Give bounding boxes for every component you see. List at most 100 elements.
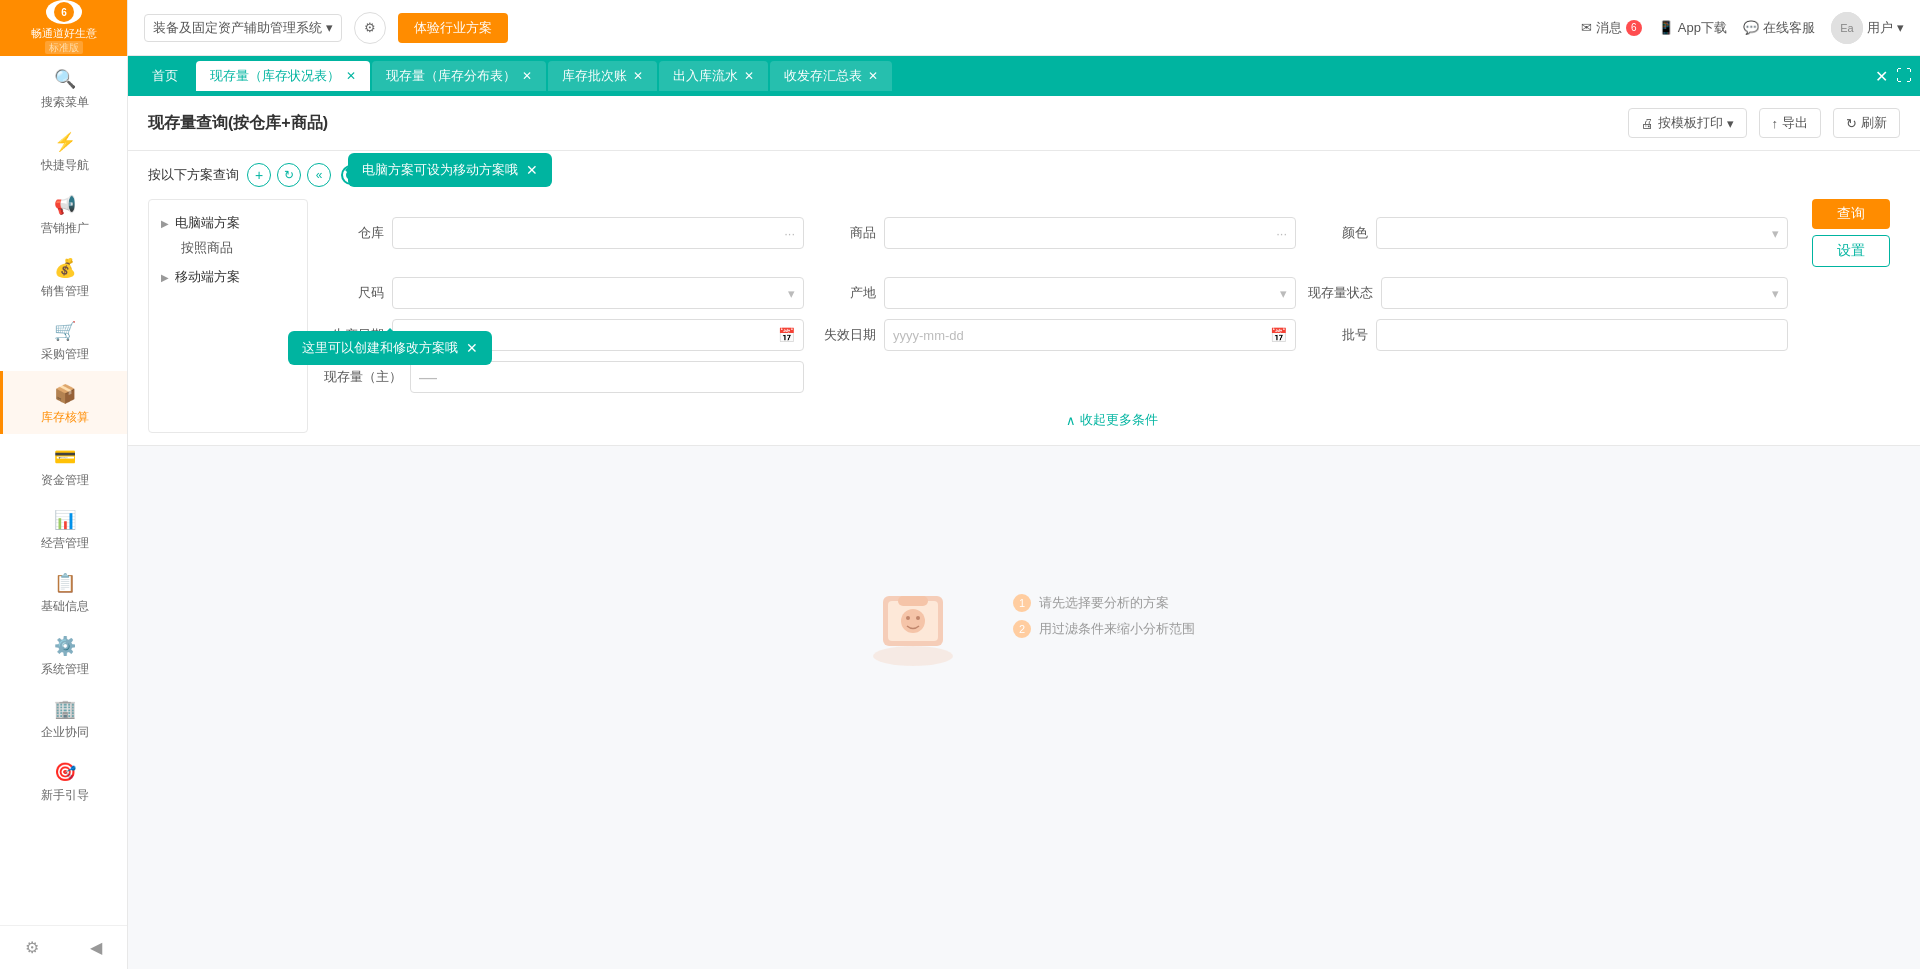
operations-icon: 📊 [54,509,76,531]
sidebar-item-enterprise[interactable]: 🏢 企业协同 [0,686,127,749]
refresh-scheme-btn[interactable]: ↻ [277,163,301,187]
settings-bottom-btn[interactable]: ⚙ [25,938,39,957]
sidebar-item-marketing[interactable]: 📢 营销推广 [0,182,127,245]
settings-btn[interactable]: ⚙ [354,12,386,44]
main-area: 装备及固定资产辅助管理系统 ▾ ⚙ 体验行业方案 ✉ 消息 6 📱 App下载 … [128,0,1920,969]
messages-btn[interactable]: ✉ 消息 6 [1581,19,1642,37]
tab-close-icon[interactable]: ✕ [522,69,532,83]
scheme-tooltip: 电脑方案可设为移动方案哦 ✕ [348,153,552,187]
tab-close-all-btn[interactable]: ✕ [1875,67,1888,86]
mobile-scheme-item[interactable]: ▶ 移动端方案 [161,264,295,290]
stock-status-select[interactable]: ▾ [1381,277,1788,309]
expiry-date-field: 失效日期 yyyy-mm-dd 📅 [816,319,1296,351]
sidebar-item-search-menu[interactable]: 🔍 搜索菜单 [0,56,127,119]
page-actions: 🖨 按模板打印 ▾ ↑ 导出 ↻ 刷新 [1628,108,1901,138]
basic-info-icon: 📋 [54,572,76,594]
sidebar-item-guide[interactable]: 🎯 新手引导 [0,749,127,812]
set-btn[interactable]: 设置 [1812,235,1890,267]
tab-receive-summary[interactable]: 收发存汇总表 ✕ [770,61,892,91]
search-btn[interactable]: 查询 [1812,199,1890,229]
tab-close-icon[interactable]: ✕ [346,69,356,83]
sidebar-item-basic-info[interactable]: 📋 基础信息 [0,560,127,623]
sidebar-item-system[interactable]: ⚙️ 系统管理 [0,623,127,686]
app-download-btn[interactable]: 📱 App下载 [1658,19,1727,37]
tab-inout-flow[interactable]: 出入库流水 ✕ [659,61,768,91]
sidebar-item-label: 采购管理 [41,346,89,363]
sidebar-item-quick-nav[interactable]: ⚡ 快捷导航 [0,119,127,182]
tab-batch-ledger[interactable]: 库存批次账 ✕ [548,61,657,91]
filter-row-4: 现存量（主） — [324,361,1900,393]
warehouse-more-icon: ··· [784,226,795,241]
sidebar-item-inventory[interactable]: 📦 库存核算 [0,371,127,434]
size-select[interactable]: ▾ [392,277,804,309]
add-scheme-btn[interactable]: + [247,163,271,187]
arrow-back-btn[interactable]: « [307,163,331,187]
tab-actions: ✕ ⛶ [1875,67,1912,86]
mobile-icon: 📱 [1658,20,1674,35]
goods-more-icon: ··· [1276,226,1287,241]
svg-point-8 [906,616,910,620]
batch-no-label: 批号 [1308,326,1368,344]
sidebar-item-label: 营销推广 [41,220,89,237]
tab-home[interactable]: 首页 [136,61,194,91]
empty-tip-1: 1 请先选择要分析的方案 [1013,594,1195,612]
sidebar-item-label: 资金管理 [41,472,89,489]
scheme-tree: ▶ 电脑端方案 按照商品 ▶ 移动端方案 [161,210,295,290]
inventory-icon: 📦 [54,383,76,405]
sidebar-item-purchase[interactable]: 🛒 采购管理 [0,308,127,371]
chevron-down-icon: ▾ [1772,286,1779,301]
refresh-btn[interactable]: ↻ 刷新 [1833,108,1900,138]
sidebar-item-finance[interactable]: 💳 资金管理 [0,434,127,497]
logo-main-text: 畅通道好生意 [31,26,97,40]
collapse-label: 收起更多条件 [1080,411,1158,429]
tab-inventory-dist[interactable]: 现存量（库存分布表） ✕ [372,61,546,91]
batch-no-input[interactable] [1376,319,1788,351]
user-avatar: Ea [1831,12,1863,44]
export-icon: ↑ [1772,116,1779,131]
chevron-down-icon: ▾ [1727,116,1734,131]
system-selector[interactable]: 装备及固定资产辅助管理系统 ▾ [144,14,342,42]
stock-status-label: 现存量状态 [1308,284,1373,302]
collapse-area: ∧ 收起更多条件 [324,403,1900,433]
origin-select[interactable]: ▾ [884,277,1296,309]
calendar-icon: 📅 [778,327,795,343]
collapse-btn[interactable]: ∧ 收起更多条件 [1066,411,1158,429]
tip-text-2: 用过滤条件来缩小分析范围 [1039,620,1195,638]
collapse-sidebar-btn[interactable]: ◀ [90,938,102,957]
sidebar-item-label: 经营管理 [41,535,89,552]
user-menu[interactable]: Ea 用户 ▾ [1831,12,1904,44]
warehouse-select[interactable]: ··· [392,217,804,249]
filter-body: ▶ 电脑端方案 按照商品 ▶ 移动端方案 [148,199,1900,433]
industry-plan-btn[interactable]: 体验行业方案 [398,13,508,43]
color-select[interactable]: ▾ [1376,217,1788,249]
message-label: 消息 [1596,19,1622,37]
export-btn[interactable]: ↑ 导出 [1759,108,1822,138]
stock-qty-input[interactable]: — [410,361,804,393]
size-field: 尺码 ▾ [324,277,804,309]
tab-close-icon[interactable]: ✕ [744,69,754,83]
svg-text:Ea: Ea [1840,22,1854,34]
tab-close-icon[interactable]: ✕ [633,69,643,83]
tab-inventory-status[interactable]: 现存量（库存状况表） ✕ [196,61,370,91]
header-right: ✉ 消息 6 📱 App下载 💬 在线客服 Ea 用户 ▾ [1581,12,1904,44]
sidebar-item-sales[interactable]: 💰 销售管理 [0,245,127,308]
goods-select[interactable]: ··· [884,217,1296,249]
scheme-sub-item[interactable]: 按照商品 [181,236,295,260]
online-service-btn[interactable]: 💬 在线客服 [1743,19,1815,37]
warehouse-field: 仓库 ··· [324,217,804,249]
tab-close-icon[interactable]: ✕ [868,69,878,83]
template-print-btn[interactable]: 🖨 按模板打印 ▾ [1628,108,1747,138]
sidebar-item-label: 新手引导 [41,787,89,804]
scheme-tooltip-close[interactable]: ✕ [526,162,538,178]
edit-tooltip-close[interactable]: ✕ [466,340,478,356]
tab-expand-btn[interactable]: ⛶ [1896,67,1912,85]
action-buttons: 查询 设置 [1812,199,1890,267]
stock-status-field: 现存量状态 ▾ [1308,277,1788,309]
warehouse-label: 仓库 [324,224,384,242]
expiry-date-placeholder: yyyy-mm-dd [893,328,964,343]
desktop-scheme-item[interactable]: ▶ 电脑端方案 [161,210,295,236]
sidebar-item-operations[interactable]: 📊 经营管理 [0,497,127,560]
page-title: 现存量查询(按仓库+商品) [148,113,328,134]
expiry-date-input[interactable]: yyyy-mm-dd 📅 [884,319,1296,351]
print-icon: 🖨 [1641,116,1654,131]
